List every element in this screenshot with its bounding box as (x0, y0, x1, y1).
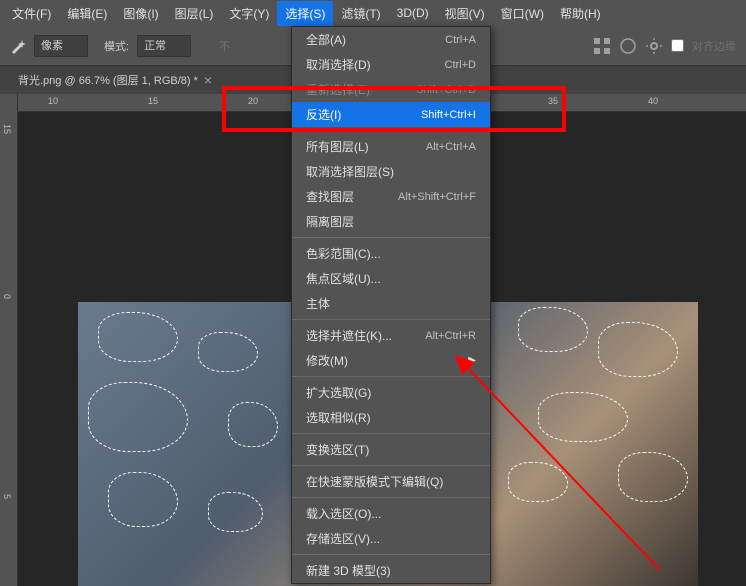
menu-separator (292, 433, 490, 434)
menu-view[interactable]: 视图(V) (437, 1, 493, 26)
magic-wand-icon (10, 38, 26, 54)
menu-edit[interactable]: 编辑(E) (59, 1, 115, 26)
menu-separator (292, 237, 490, 238)
menu-reselect: 重新选择(E)Shift+Ctrl+D (292, 77, 490, 102)
menu-help[interactable]: 帮助(H) (552, 1, 609, 26)
mode-select[interactable]: 正常 (137, 35, 191, 57)
menu-grow[interactable]: 扩大选取(G) (292, 380, 490, 405)
menu-subject[interactable]: 主体 (292, 291, 490, 316)
menu-separator (292, 554, 490, 555)
unit-select[interactable]: 像素 (34, 35, 88, 57)
menu-select[interactable]: 选择(S) (277, 1, 333, 26)
menu-transform-selection[interactable]: 变换选区(T) (292, 437, 490, 462)
menu-separator (292, 465, 490, 466)
menu-deselect[interactable]: 取消选择(D)Ctrl+D (292, 52, 490, 77)
chevron-right-icon: ▶ (468, 355, 476, 366)
menu-color-range[interactable]: 色彩范围(C)... (292, 241, 490, 266)
menu-3d[interactable]: 3D(D) (389, 2, 437, 24)
ruler-vertical: 15 0 5 (0, 94, 18, 586)
menu-find-layers[interactable]: 查找图层Alt+Shift+Ctrl+F (292, 184, 490, 209)
menu-load-selection[interactable]: 载入选区(O)... (292, 501, 490, 526)
menu-inverse[interactable]: 反选(I)Shift+Ctrl+I (292, 102, 490, 127)
menu-deselect-layers[interactable]: 取消选择图层(S) (292, 159, 490, 184)
document-tab[interactable]: 背光.png @ 66.7% (图层 1, RGB/8) * × (10, 68, 220, 92)
menu-focus-area[interactable]: 焦点区域(U)... (292, 266, 490, 291)
menu-isolate-layers[interactable]: 隔离图层 (292, 209, 490, 234)
menu-separator (292, 497, 490, 498)
menu-separator (292, 376, 490, 377)
menu-window[interactable]: 窗口(W) (493, 1, 552, 26)
mode-label: 模式: (104, 38, 129, 54)
menu-quick-mask[interactable]: 在快速蒙版模式下编辑(Q) (292, 469, 490, 494)
align-edges-checkbox[interactable] (671, 39, 684, 52)
menu-select-and-mask[interactable]: 选择并遮住(K)...Alt+Ctrl+R (292, 323, 490, 348)
tab-title: 背光.png @ 66.7% (图层 1, RGB/8) * (18, 72, 198, 88)
menu-separator (292, 319, 490, 320)
menu-type[interactable]: 文字(Y) (221, 1, 277, 26)
menu-similar[interactable]: 选取相似(R) (292, 405, 490, 430)
menu-filter[interactable]: 滤镜(T) (333, 1, 388, 26)
menu-modify[interactable]: 修改(M)▶ (292, 348, 490, 373)
menu-bar: 文件(F) 编辑(E) 图像(I) 图层(L) 文字(Y) 选择(S) 滤镜(T… (0, 0, 746, 26)
menu-all-layers[interactable]: 所有图层(L)Alt+Ctrl+A (292, 134, 490, 159)
menu-file[interactable]: 文件(F) (4, 1, 59, 26)
align-edges-label: 对齐边缘 (692, 38, 736, 54)
pressure-icon[interactable] (619, 37, 637, 55)
menu-image[interactable]: 图像(I) (115, 1, 166, 26)
menu-separator (292, 130, 490, 131)
menu-new-3d[interactable]: 新建 3D 模型(3) (292, 558, 490, 583)
menu-save-selection[interactable]: 存储选区(V)... (292, 526, 490, 551)
menu-select-all[interactable]: 全部(A)Ctrl+A (292, 27, 490, 52)
close-icon[interactable]: × (204, 72, 212, 88)
grid-icon[interactable] (593, 37, 611, 55)
opacity-text: 不 (219, 38, 230, 54)
menu-layer[interactable]: 图层(L) (167, 1, 222, 26)
select-menu-dropdown: 全部(A)Ctrl+A 取消选择(D)Ctrl+D 重新选择(E)Shift+C… (291, 26, 491, 584)
gear-icon[interactable] (645, 37, 663, 55)
